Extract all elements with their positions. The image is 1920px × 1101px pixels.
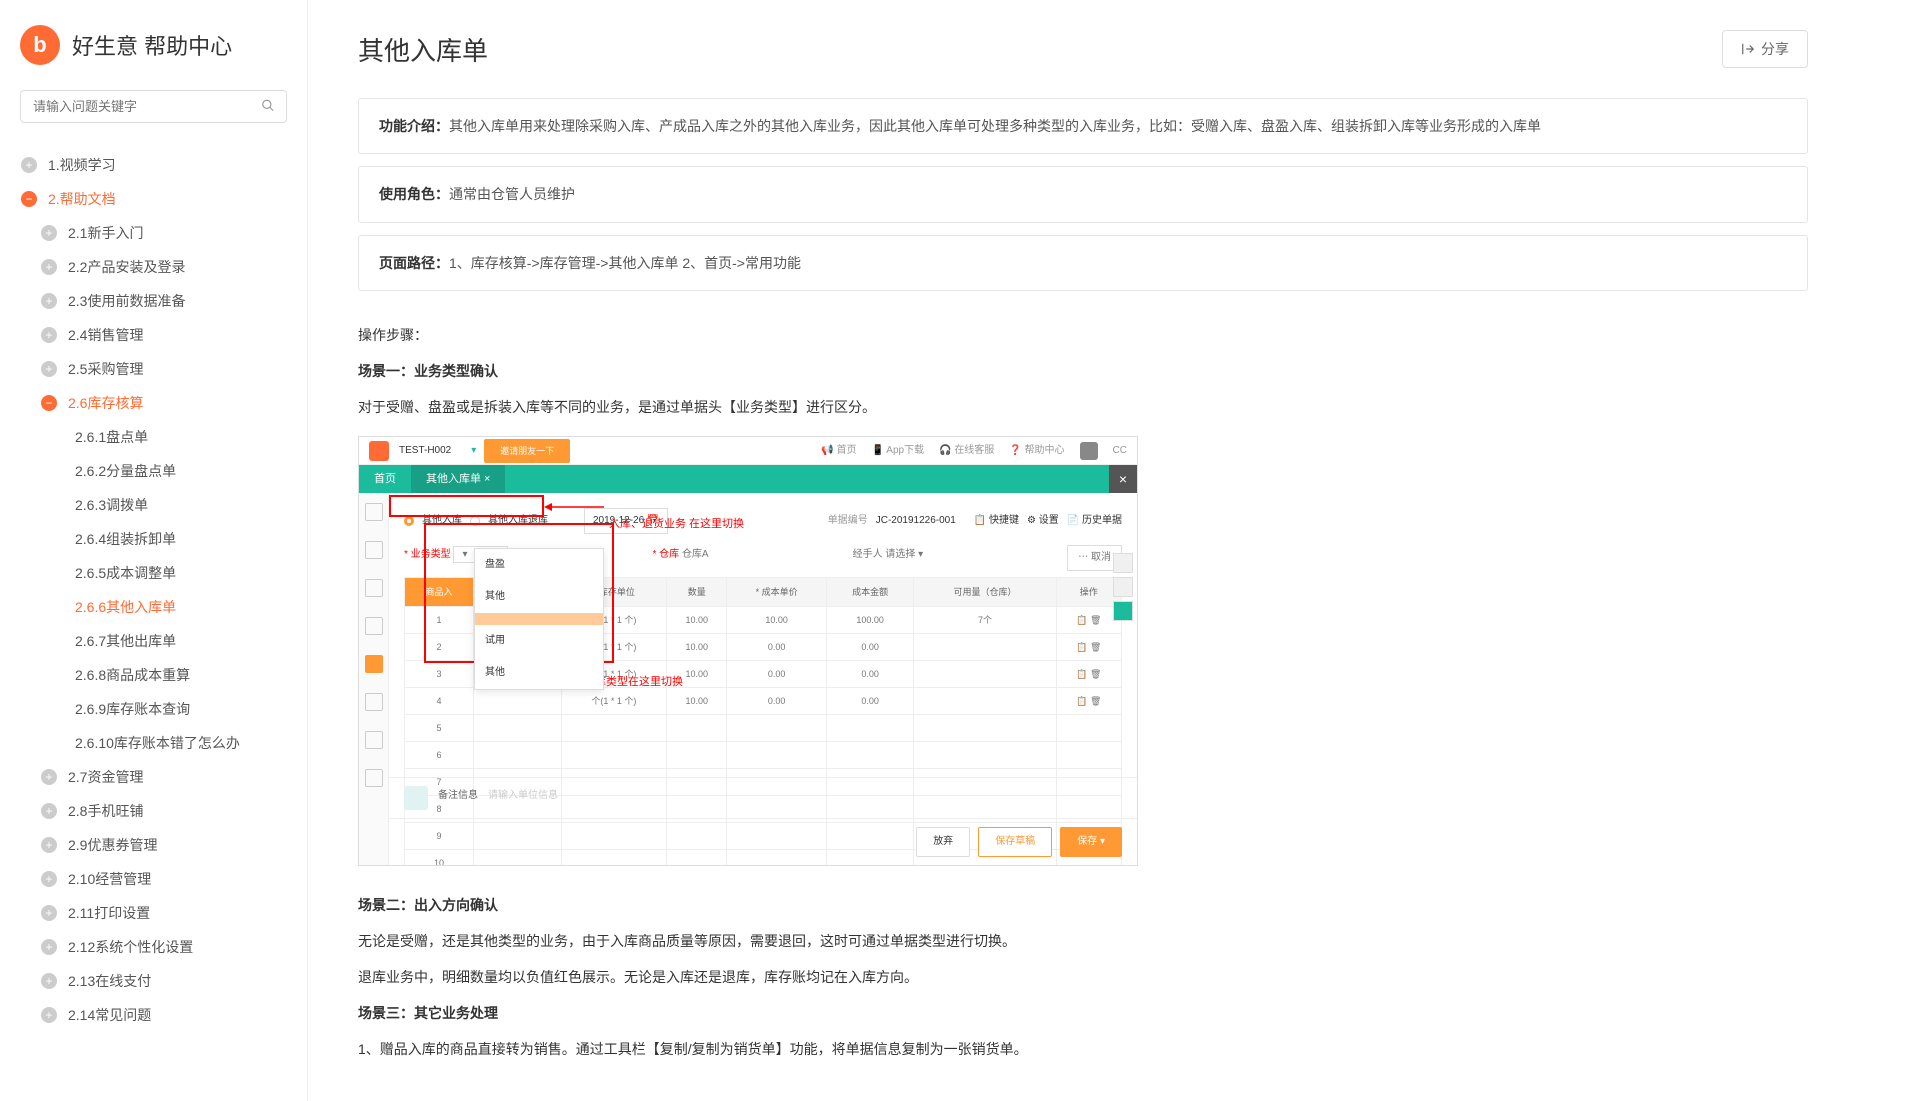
page-title: 其他入库单	[358, 31, 488, 68]
nav-2-12[interactable]: +2.12系统个性化设置	[20, 930, 287, 964]
plus-icon: +	[41, 259, 57, 275]
sidebar-icon	[365, 655, 383, 673]
nav-2-5[interactable]: +2.5采购管理	[20, 352, 287, 386]
plus-icon: +	[41, 803, 57, 819]
info-path: 页面路径：1、库存核算->库存管理->其他入库单 2、首页->常用功能	[358, 235, 1808, 291]
content-section: 操作步骤： 场景一：业务类型确认 对于受赠、盘盈或是拆装入库等不同的业务，是通过…	[358, 321, 1808, 1063]
toolbar-icon	[1113, 601, 1133, 621]
sidebar-icon	[365, 731, 383, 749]
ss-logo-icon	[369, 441, 389, 461]
scene3-title: 场景三：其它业务处理	[358, 999, 1808, 1027]
plus-icon: +	[41, 361, 57, 377]
nav-2-6-6[interactable]: 2.6.6其他入库单	[20, 590, 287, 624]
sidebar: b 好生意 帮助中心 +1.视频学习 −2.帮助文档 +2.1新手入门 +2.2…	[0, 0, 308, 1101]
plus-icon: +	[41, 293, 57, 309]
nav-2-11[interactable]: +2.11打印设置	[20, 896, 287, 930]
plus-icon: +	[41, 837, 57, 853]
search-input[interactable]	[20, 90, 287, 123]
share-icon	[1741, 42, 1755, 56]
nav-2-6-5[interactable]: 2.6.5成本调整单	[20, 556, 287, 590]
close-icon: ×	[1109, 465, 1137, 493]
sidebar-icon	[365, 769, 383, 787]
nav-2-14[interactable]: +2.14常见问题	[20, 998, 287, 1032]
nav-2-6-4[interactable]: 2.6.4组装拆卸单	[20, 522, 287, 556]
page-header: 其他入库单 分享	[358, 30, 1808, 68]
nav-2-6-8[interactable]: 2.6.8商品成本重算	[20, 658, 287, 692]
nav-2-6-7[interactable]: 2.6.7其他出库单	[20, 624, 287, 658]
nav-docs[interactable]: −2.帮助文档	[20, 182, 287, 216]
nav-2-7[interactable]: +2.7资金管理	[20, 760, 287, 794]
search-box	[20, 90, 287, 123]
scene2-text1: 无论是受赠，还是其他类型的业务，由于入库商品质量等原因，需要退回，这时可通过单据…	[358, 927, 1808, 955]
plus-icon: +	[41, 973, 57, 989]
sidebar-icon	[365, 579, 383, 597]
nav-2-6-1[interactable]: 2.6.1盘点单	[20, 420, 287, 454]
nav-2-2[interactable]: +2.2产品安装及登录	[20, 250, 287, 284]
plus-icon: +	[41, 327, 57, 343]
nav-video[interactable]: +1.视频学习	[20, 148, 287, 182]
sidebar-icon	[365, 617, 383, 635]
nav-2-10[interactable]: +2.10经营管理	[20, 862, 287, 896]
screenshot-image: TEST-H002 ▾ 邀请朋友一下 📢 首页 📱 App下载 🎧 在线客服 ❓…	[358, 436, 1138, 866]
toolbar-icon	[1113, 553, 1133, 573]
share-button[interactable]: 分享	[1722, 30, 1808, 68]
plus-icon: +	[41, 871, 57, 887]
nav-2-13[interactable]: +2.13在线支付	[20, 964, 287, 998]
nav-2-9[interactable]: +2.9优惠券管理	[20, 828, 287, 862]
nav-2-1[interactable]: +2.1新手入门	[20, 216, 287, 250]
toolbar-icon	[1113, 577, 1133, 597]
sidebar-icon	[365, 541, 383, 559]
steps-label: 操作步骤：	[358, 321, 1808, 349]
main-content: 其他入库单 分享 功能介绍：其他入库单用来处理除采购入库、产成品入库之外的其他入…	[308, 0, 1858, 1101]
minus-icon: −	[41, 395, 57, 411]
nav-2-4[interactable]: +2.4销售管理	[20, 318, 287, 352]
info-intro: 功能介绍：其他入库单用来处理除采购入库、产成品入库之外的其他入库业务，因此其他入…	[358, 98, 1808, 154]
scene2-title: 场景二：出入方向确认	[358, 891, 1808, 919]
plus-icon: +	[41, 905, 57, 921]
plus-icon: +	[41, 769, 57, 785]
plus-icon: +	[41, 1007, 57, 1023]
scene1-title: 场景一：业务类型确认	[358, 357, 1808, 385]
remark-icon	[404, 786, 428, 810]
scene1-text: 对于受赠、盘盈或是拆装入库等不同的业务，是通过单据头【业务类型】进行区分。	[358, 393, 1808, 421]
nav-2-6-10[interactable]: 2.6.10库存账本错了怎么办	[20, 726, 287, 760]
plus-icon: +	[41, 225, 57, 241]
nav-2-3[interactable]: +2.3使用前数据准备	[20, 284, 287, 318]
sidebar-icon	[365, 693, 383, 711]
nav-2-6-2[interactable]: 2.6.2分量盘点单	[20, 454, 287, 488]
nav-2-6-3[interactable]: 2.6.3调拨单	[20, 488, 287, 522]
logo-area: b 好生意 帮助中心	[20, 25, 287, 65]
site-title: 好生意 帮助中心	[72, 29, 232, 61]
info-role: 使用角色：通常由仓管人员维护	[358, 166, 1808, 222]
scene3-text: 1、赠品入库的商品直接转为销售。通过工具栏【复制/复制为销货单】功能，将单据信息…	[358, 1035, 1808, 1063]
plus-icon: +	[21, 157, 37, 173]
scene2-text2: 退库业务中，明细数量均以负值红色展示。无论是入库还是退库，库存账均记在入库方向。	[358, 963, 1808, 991]
minus-icon: −	[21, 191, 37, 207]
avatar-icon	[1080, 442, 1098, 460]
search-icon[interactable]	[261, 98, 275, 115]
plus-icon: +	[41, 939, 57, 955]
logo-icon: b	[20, 25, 60, 65]
nav-2-8[interactable]: +2.8手机旺铺	[20, 794, 287, 828]
nav-2-6[interactable]: −2.6库存核算	[20, 386, 287, 420]
sidebar-icon	[365, 503, 383, 521]
nav-list: +1.视频学习 −2.帮助文档 +2.1新手入门 +2.2产品安装及登录 +2.…	[20, 148, 287, 1032]
nav-2-6-9[interactable]: 2.6.9库存账本查询	[20, 692, 287, 726]
